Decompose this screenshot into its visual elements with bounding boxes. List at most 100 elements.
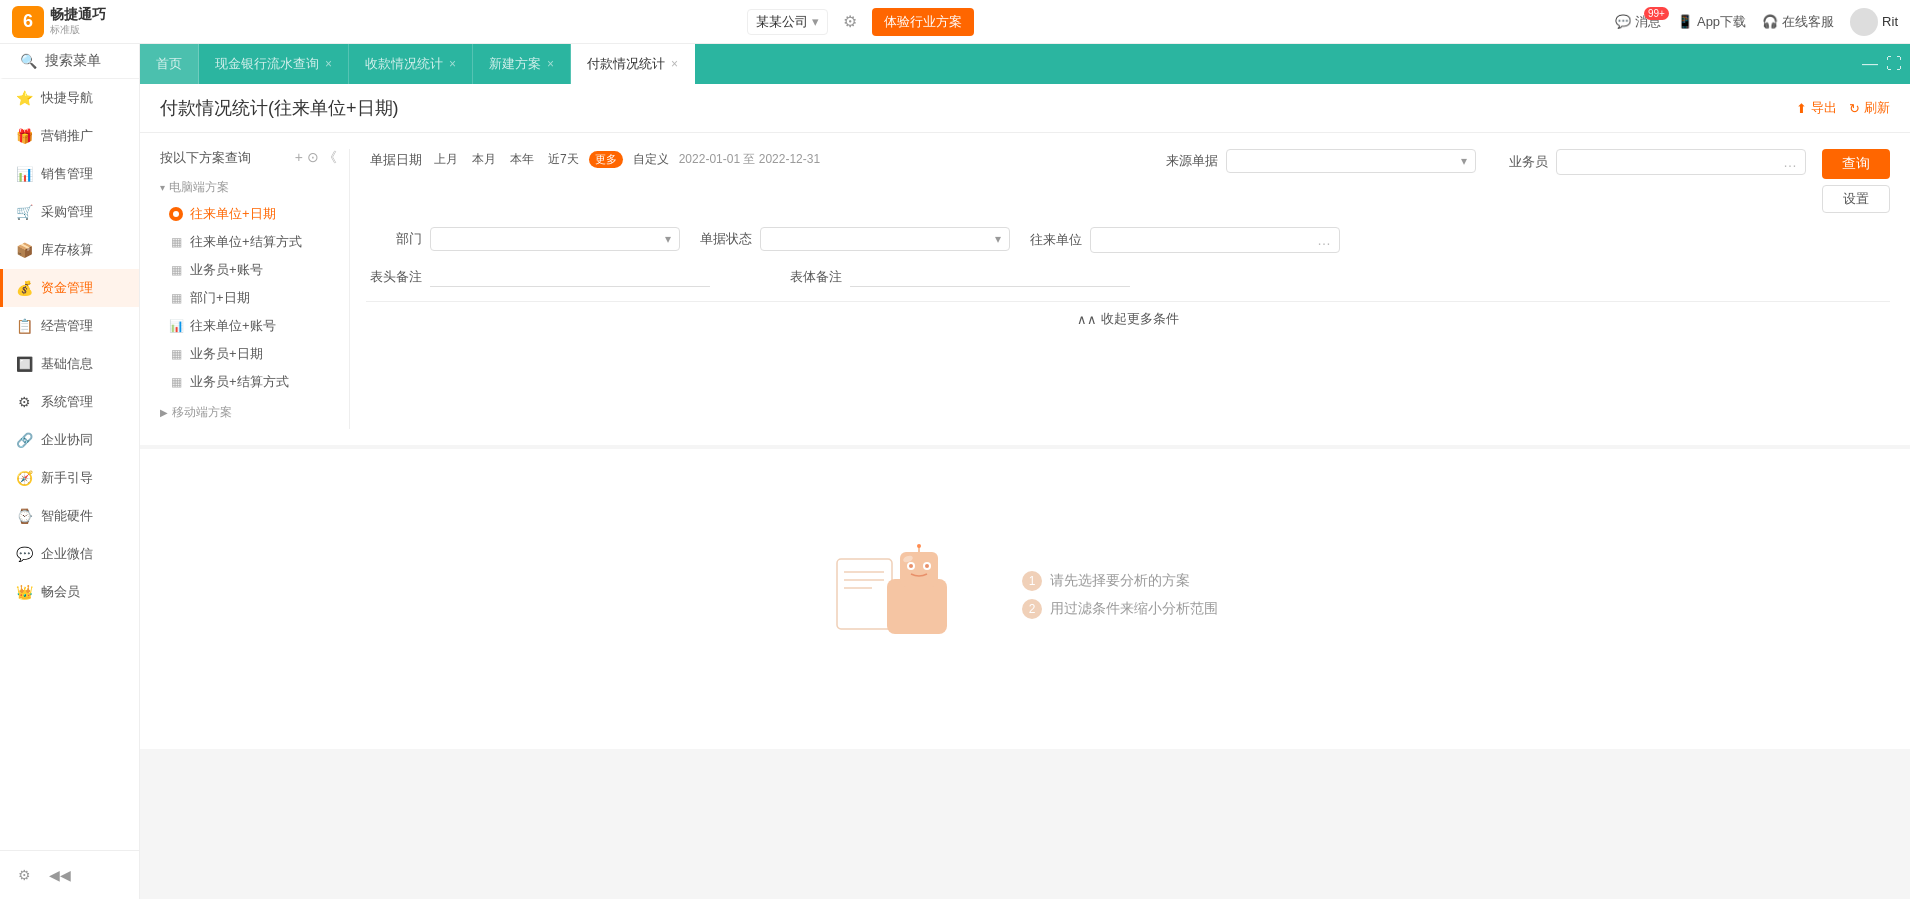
tab-receipt[interactable]: 收款情况统计 × xyxy=(349,44,473,84)
sidebar-item-hardware[interactable]: ⌚ 智能硬件 xyxy=(0,497,139,535)
sidebar-item-marketing[interactable]: 🎁 营销推广 xyxy=(0,117,139,155)
company-selector[interactable]: 某某公司 ▾ xyxy=(747,9,828,35)
sidebar-item-inventory[interactable]: 📦 库存核算 xyxy=(0,231,139,269)
status-select[interactable]: ▾ xyxy=(760,227,1010,251)
plan-item-4[interactable]: 📊 往来单位+账号 xyxy=(160,312,337,340)
pc-section-title[interactable]: ▾ 电脑端方案 xyxy=(160,175,337,200)
collapse-sidebar-icon[interactable]: 《 xyxy=(323,149,337,167)
sidebar-item-sales[interactable]: 📊 销售管理 xyxy=(0,155,139,193)
collapse-button[interactable]: ∧∧ 收起更多条件 xyxy=(1077,310,1179,328)
plan-item-5[interactable]: ▦ 业务员+日期 xyxy=(160,340,337,368)
tip-text-1: 请先选择要分析的方案 xyxy=(1050,572,1190,590)
tab-minimize-button[interactable]: — xyxy=(1862,55,1878,73)
partner-input[interactable]: … xyxy=(1090,227,1340,253)
plan-item-1[interactable]: ▦ 往来单位+结算方式 xyxy=(160,228,337,256)
top-bar-right: 💬 消息 99+ 📱 App下载 🎧 在线客服 Rit xyxy=(1615,8,1898,36)
tab-cash-flow[interactable]: 现金银行流水查询 × xyxy=(199,44,349,84)
sidebar-item-cooperation[interactable]: 🔗 企业协同 xyxy=(0,421,139,459)
header-note-label: 表头备注 xyxy=(366,268,422,286)
sidebar-item-weixin[interactable]: 💬 企业微信 xyxy=(0,535,139,573)
header-note-field: 表头备注 xyxy=(366,267,710,287)
quick-nav-label: 快捷导航 xyxy=(41,89,93,107)
plan-item-2[interactable]: ▦ 业务员+账号 xyxy=(160,256,337,284)
refresh-button[interactable]: ↻ 刷新 xyxy=(1849,99,1890,117)
service-icon: 🎧 xyxy=(1762,14,1778,29)
source-dropdown-icon: ▾ xyxy=(1461,154,1467,168)
plan-item-6[interactable]: ▦ 业务员+结算方式 xyxy=(160,368,337,396)
plan-item-0[interactable]: 往来单位+日期 xyxy=(160,200,337,228)
plan-item-3[interactable]: ▦ 部门+日期 xyxy=(160,284,337,312)
sidebar-item-quick-nav[interactable]: ⭐ 快捷导航 xyxy=(0,79,139,117)
capital-label: 资金管理 xyxy=(41,279,93,297)
body-note-input[interactable] xyxy=(850,267,1130,287)
filter-sidebar-header: 按以下方案查询 + ⊙ 《 xyxy=(160,149,337,167)
sidebar-settings-button[interactable]: ⚙ xyxy=(10,861,38,889)
app-icon: 📱 xyxy=(1677,14,1693,29)
sidebar-item-capital[interactable]: 💰 资金管理 xyxy=(0,269,139,307)
sidebar-item-operation[interactable]: 📋 经营管理 xyxy=(0,307,139,345)
tab-new-plan[interactable]: 新建方案 × xyxy=(473,44,571,84)
cooperation-icon: 🔗 xyxy=(15,431,33,449)
plan-icon-0 xyxy=(168,206,184,222)
sidebar-item-purchase[interactable]: 🛒 采购管理 xyxy=(0,193,139,231)
source-select[interactable]: ▾ xyxy=(1226,149,1476,173)
export-icon: ⬆ xyxy=(1796,101,1807,116)
mobile-section-arrow: ▶ xyxy=(160,407,168,418)
active-plan-circle xyxy=(169,207,183,221)
user-area[interactable]: Rit xyxy=(1850,8,1898,36)
svg-point-9 xyxy=(925,564,929,568)
message-item[interactable]: 💬 消息 99+ xyxy=(1615,13,1661,31)
mobile-section-title[interactable]: ▶ 移动端方案 xyxy=(160,400,337,425)
tab-home[interactable]: 首页 xyxy=(140,44,199,84)
plan-icon-6: ▦ xyxy=(168,374,184,390)
capital-icon: 💰 xyxy=(15,279,33,297)
sidebar-item-system[interactable]: ⚙ 系统管理 xyxy=(0,383,139,421)
logo-text-block: 畅捷通巧 标准版 xyxy=(50,6,106,37)
online-service-item[interactable]: 🎧 在线客服 xyxy=(1762,13,1834,31)
tab-payment-close[interactable]: × xyxy=(671,57,678,71)
sidebar-item-search[interactable]: 🔍 搜索菜单 xyxy=(0,44,139,79)
content-area: 首页 现金银行流水查询 × 收款情况统计 × 新建方案 × 付款情况统计 × —… xyxy=(140,44,1910,899)
tab-payment[interactable]: 付款情况统计 × xyxy=(571,44,695,84)
plan-label-3: 部门+日期 xyxy=(190,289,250,307)
page-title: 付款情况统计(往来单位+日期) xyxy=(160,96,399,120)
plan-label-5: 业务员+日期 xyxy=(190,345,263,363)
tab-new-plan-close[interactable]: × xyxy=(547,57,554,71)
tab-cash-flow-close[interactable]: × xyxy=(325,57,332,71)
date-btn-this-month[interactable]: 本月 xyxy=(468,149,500,170)
body-note-field: 表体备注 xyxy=(786,267,1130,287)
query-button[interactable]: 查询 xyxy=(1822,149,1890,179)
sidebar-item-guide[interactable]: 🧭 新手引导 xyxy=(0,459,139,497)
add-plan-icon[interactable]: + xyxy=(295,149,303,167)
collapse-up-icon: ∧∧ xyxy=(1077,312,1097,327)
settings-button[interactable]: ⚙ xyxy=(836,8,864,36)
salesman-input[interactable]: … xyxy=(1556,149,1806,175)
basics-icon: 🔲 xyxy=(15,355,33,373)
plan-settings-icon[interactable]: ⊙ xyxy=(307,149,319,167)
tab-expand-button[interactable]: ⛶ xyxy=(1886,55,1902,73)
date-btn-7days[interactable]: 近7天 xyxy=(544,149,583,170)
date-options: 上月 本月 本年 近7天 更多 自定义 2022-01-01 至 2022-12… xyxy=(430,149,820,170)
body-note-label: 表体备注 xyxy=(786,268,842,286)
sidebar-item-member[interactable]: 👑 畅会员 xyxy=(0,573,139,611)
date-more[interactable]: 更多 xyxy=(589,151,623,168)
dept-select[interactable]: ▾ xyxy=(430,227,680,251)
date-btn-custom[interactable]: 自定义 xyxy=(629,149,673,170)
sidebar-item-basics[interactable]: 🔲 基础信息 xyxy=(0,345,139,383)
trial-button[interactable]: 体验行业方案 xyxy=(872,8,974,36)
tip-num-2: 2 xyxy=(1022,599,1042,619)
sidebar-collapse-button[interactable]: ◀◀ xyxy=(46,861,74,889)
sales-icon: 📊 xyxy=(15,165,33,183)
date-btn-this-year[interactable]: 本年 xyxy=(506,149,538,170)
date-btn-prev-month[interactable]: 上月 xyxy=(430,149,462,170)
app-download-item[interactable]: 📱 App下载 xyxy=(1677,13,1746,31)
export-label: 导出 xyxy=(1811,99,1837,117)
export-button[interactable]: ⬆ 导出 xyxy=(1796,99,1837,117)
header-note-input[interactable] xyxy=(430,267,710,287)
plan-label-1: 往来单位+结算方式 xyxy=(190,233,302,251)
filter-settings-button[interactable]: 设置 xyxy=(1822,185,1890,213)
mobile-section-label: 移动端方案 xyxy=(172,404,232,421)
dept-dropdown-icon: ▾ xyxy=(665,232,671,246)
plan-label-0: 往来单位+日期 xyxy=(190,205,276,223)
tab-receipt-close[interactable]: × xyxy=(449,57,456,71)
